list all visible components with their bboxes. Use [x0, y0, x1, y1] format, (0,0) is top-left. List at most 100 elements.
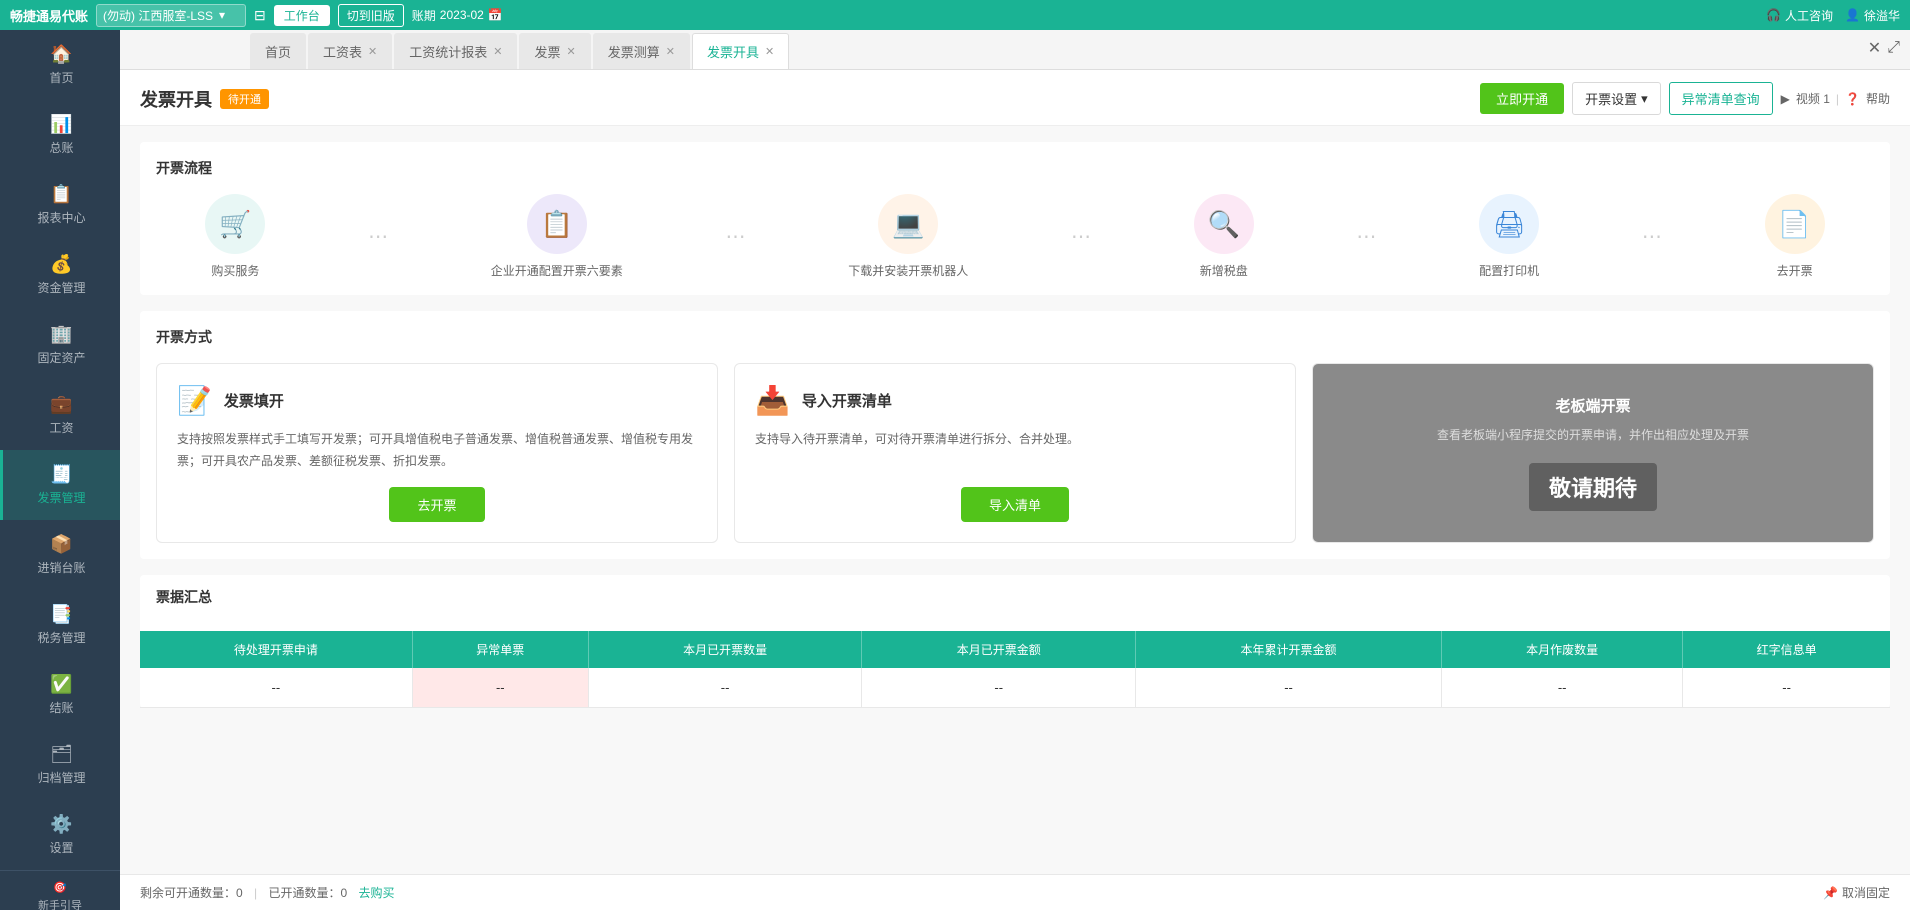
sidebar-item-checkout[interactable]: ✅ 结账 [0, 660, 120, 730]
help-icon[interactable]: ❓ [1845, 92, 1860, 106]
import-list-card: 📥 导入开票清单 支持导入待开票清单，可对待开票清单进行拆分、合并处理。 导入清… [734, 363, 1296, 543]
calendar-icon[interactable]: 📅 [488, 8, 503, 22]
close-tab-invoice-calc-icon[interactable]: ✕ [666, 45, 675, 58]
content-area: 首页 工资表 ✕ 工资统计报表 ✕ 发票 ✕ 发票测算 ✕ 发票开具 ✕ [120, 30, 1910, 910]
switch-version-button[interactable]: 切到旧版 [338, 4, 404, 27]
summary-col-void-count: 本月作废数量 [1442, 631, 1683, 668]
period-label: 账期 [412, 7, 436, 24]
guide-icon: 🎯 [53, 881, 67, 894]
flow-step-6-icon: 📄 [1765, 194, 1825, 254]
unfix-button[interactable]: 📌 取消固定 [1823, 884, 1890, 901]
sidebar-bottom: 🎯 新手引导 👑 畅会员 [0, 870, 120, 910]
summary-cell-abnormal[interactable]: -- [412, 668, 588, 708]
settings-chevron-icon: ▾ [1641, 91, 1648, 107]
import-card-title: 导入开票清单 [802, 390, 892, 411]
tab-salary-report[interactable]: 工资统计报表 ✕ [394, 33, 517, 69]
summary-cell-monthly-amount: -- [862, 668, 1136, 708]
summary-cell-pending[interactable]: -- [140, 668, 412, 708]
page-title-row: 发票开具 待开通 [140, 86, 269, 112]
sidebar-item-reports[interactable]: 📋 报表中心 [0, 170, 120, 240]
divider: | [1836, 92, 1839, 106]
close-tab-salary-report-icon[interactable]: ✕ [493, 45, 502, 58]
coming-soon-label: 敬请期待 [1529, 463, 1657, 511]
user-profile[interactable]: 👤 徐溢华 [1845, 7, 1900, 24]
sidebar-label-home: 首页 [49, 69, 73, 86]
close-tab-invoice-icon[interactable]: ✕ [567, 45, 576, 58]
fill-card-icon: 📝 [177, 384, 212, 417]
import-card-icon: 📥 [755, 384, 790, 417]
chevron-down-icon: ▾ [219, 8, 225, 22]
workbench-button[interactable]: 工作台 [274, 5, 330, 26]
flow-section: 开票流程 🛒 购买服务 ⋯ 📋 企业开通配置开票六要素 [140, 142, 1890, 295]
config-icon: 📋 [541, 209, 573, 240]
tab-invoice-calc[interactable]: 发票测算 ✕ [593, 33, 690, 69]
sidebar-item-assets[interactable]: 🏢 固定资产 [0, 310, 120, 380]
sidebar-item-home[interactable]: 🏠 首页 [0, 30, 120, 100]
tax-disk-icon: 🔍 [1208, 209, 1240, 240]
top-bar: 畅捷通易代账 (勿动) 江西服室-LSS ▾ ⊟ 工作台 切到旧版 账期 202… [0, 0, 1910, 30]
tab-home[interactable]: 首页 [250, 33, 306, 69]
buy-service-icon: 🛒 [219, 209, 251, 240]
go-issue-button[interactable]: 去开票 [389, 487, 484, 522]
tab-invoice-calc-label: 发票测算 [608, 42, 660, 61]
flow-step-3: 💻 下载并安装开票机器人 [848, 194, 968, 279]
method-section-title: 开票方式 [156, 327, 1874, 347]
flow-step-6: 📄 去开票 [1765, 194, 1825, 279]
salary-icon: 💼 [50, 394, 72, 415]
printer-icon: 🖨 [1493, 209, 1526, 240]
abnormal-query-button[interactable]: 异常清单查询 [1669, 82, 1773, 115]
service-button[interactable]: 🎧 人工咨询 [1766, 7, 1833, 24]
invoice-fill-card: 📝 发票填开 支持按照发票样式手工填写开发票；可开具增值税电子普通发票、增值税普… [156, 363, 718, 543]
unfix-icon: 📌 [1823, 886, 1838, 900]
sidebar-item-settings[interactable]: ⚙️ 设置 [0, 800, 120, 870]
flow-step-4-icon: 🔍 [1194, 194, 1254, 254]
import-list-button[interactable]: 导入清单 [961, 487, 1069, 522]
flow-steps: 🛒 购买服务 ⋯ 📋 企业开通配置开票六要素 ⋯ � [156, 194, 1874, 279]
sidebar-label-assets: 固定资产 [37, 349, 85, 366]
tab-salary[interactable]: 工资表 ✕ [308, 33, 392, 69]
flow-arrow-4: ⋯ [1356, 224, 1376, 249]
summary-data-row: -- -- -- -- -- -- -- [140, 668, 1890, 708]
flow-step-2-icon: 📋 [527, 194, 587, 254]
copy-icon[interactable]: ⊟ [254, 7, 266, 24]
close-tab-invoice-issue-icon[interactable]: ✕ [765, 45, 774, 58]
sidebar-label-checkout: 结账 [49, 699, 73, 716]
sidebar-label-salary: 工资 [49, 419, 73, 436]
open-settings-label: 开票设置 [1585, 89, 1637, 108]
username: 徐溢华 [1864, 7, 1900, 24]
summary-table: 待处理开票申请 异常单票 本月已开票数量 本月已开票金额 本年累计开票金额 本月… [140, 631, 1890, 708]
company-selector[interactable]: (勿动) 江西服室-LSS ▾ [96, 4, 246, 27]
sidebar-item-archive[interactable]: 🗂 归档管理 [0, 730, 120, 800]
tab-invoice[interactable]: 发票 ✕ [519, 33, 590, 69]
immediate-open-button[interactable]: 立即开通 [1480, 83, 1564, 114]
flow-step-1: 🛒 购买服务 [205, 194, 265, 279]
reports-icon: 📋 [50, 184, 72, 205]
sidebar-item-tax[interactable]: 📑 税务管理 [0, 590, 120, 660]
restore-tab-button[interactable]: ⤢ [1887, 39, 1900, 57]
remaining-label: 剩余可开通数量：0 [140, 886, 243, 900]
play-icon[interactable]: ▶ [1781, 92, 1790, 106]
buy-link[interactable]: 去购买 [359, 886, 395, 900]
flow-step-4: 🔍 新增税盘 [1194, 194, 1254, 279]
sidebar-item-purchases[interactable]: 📦 进销台账 [0, 520, 120, 590]
video-count: 视频 1 [1796, 90, 1830, 107]
summary-cell-yearly-amount: -- [1136, 668, 1442, 708]
flow-step-1-icon: 🛒 [205, 194, 265, 254]
sidebar-item-funds[interactable]: 💰 资金管理 [0, 240, 120, 310]
tab-invoice-issue[interactable]: 发票开具 ✕ [692, 33, 789, 69]
sidebar-item-guide[interactable]: 🎯 新手引导 [0, 871, 120, 910]
flow-step-2-label: 企业开通配置开票六要素 [491, 262, 623, 279]
sidebar-item-invoice[interactable]: 🧾 发票管理 [0, 450, 120, 520]
close-tab-salary-icon[interactable]: ✕ [368, 45, 377, 58]
period-value: 2023-02 [440, 8, 484, 22]
page-content: 开票流程 🛒 购买服务 ⋯ 📋 企业开通配置开票六要素 [120, 126, 1910, 874]
import-list-card-header: 📥 导入开票清单 [755, 384, 1275, 417]
sidebar-item-ledger[interactable]: 📊 总账 [0, 100, 120, 170]
close-tab-button[interactable]: ✕ [1868, 38, 1881, 58]
boss-side-card: 老板端开票 查看老板端小程序提交的开票申请，并作出相应处理及开票 敬请期待 [1312, 363, 1874, 543]
top-bar-left: 畅捷通易代账 (勿动) 江西服室-LSS ▾ ⊟ 工作台 切到旧版 账期 202… [10, 4, 503, 27]
open-settings-button[interactable]: 开票设置 ▾ [1572, 82, 1661, 115]
headphone-icon: 🎧 [1766, 8, 1781, 22]
sidebar-item-salary[interactable]: 💼 工资 [0, 380, 120, 450]
app-logo: 畅捷通易代账 [10, 6, 88, 25]
